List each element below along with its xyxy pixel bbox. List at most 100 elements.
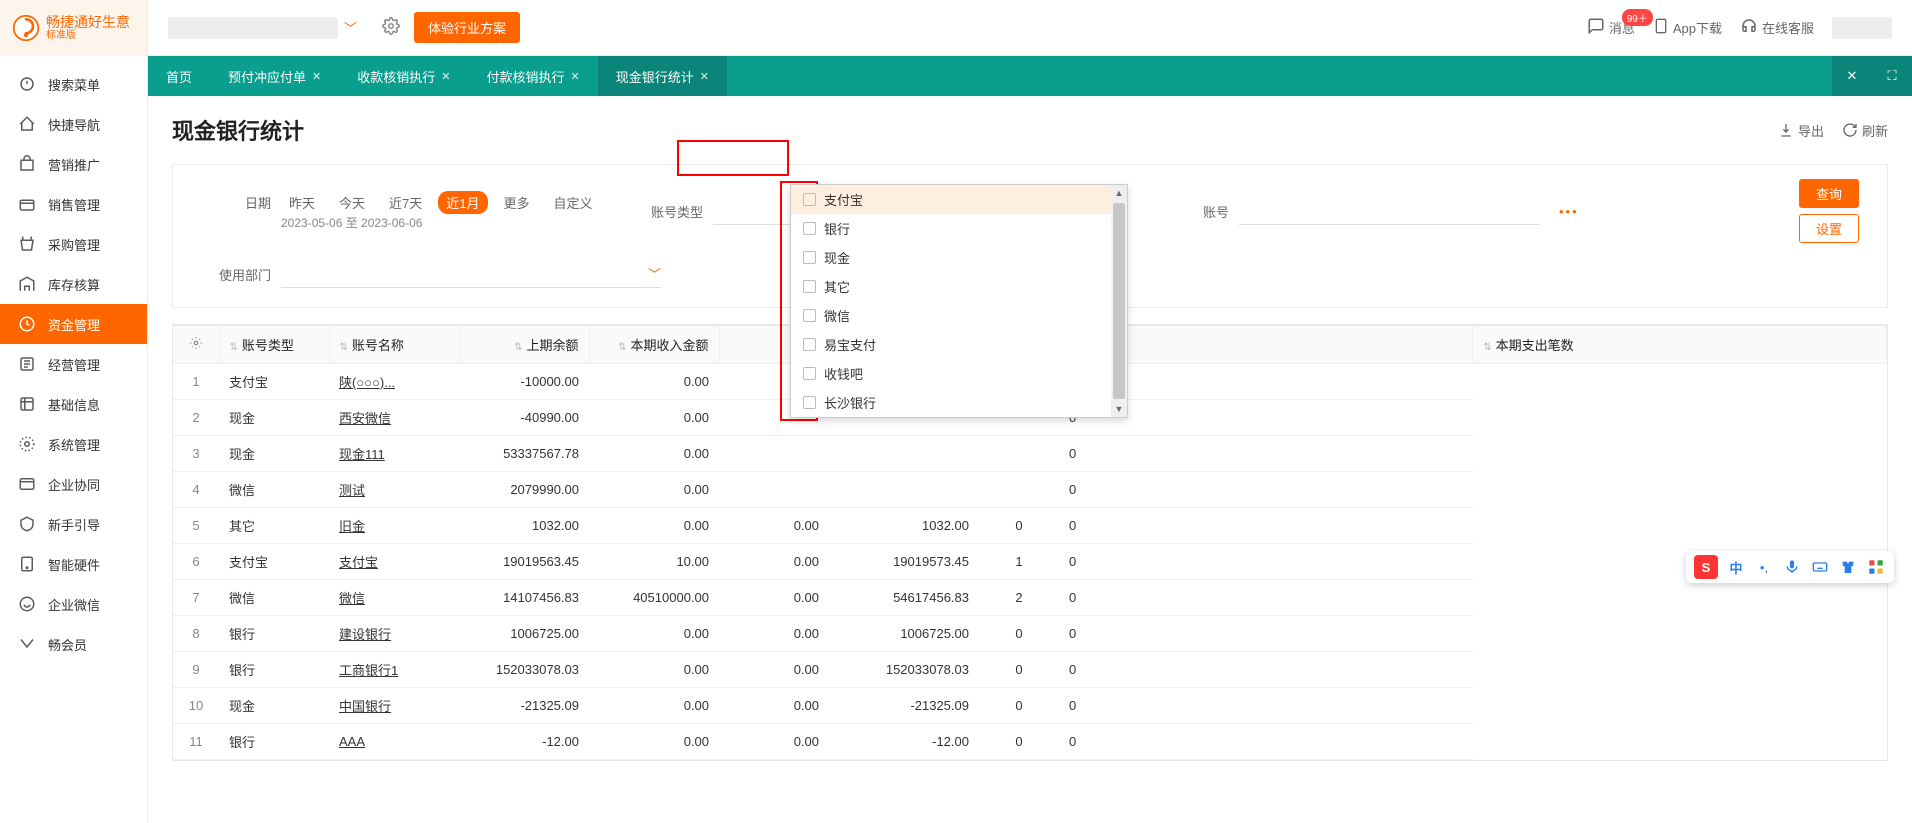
query-button[interactable]: 查询: [1799, 179, 1859, 208]
date-option-3[interactable]: 近1月: [438, 191, 487, 214]
sidebar-item-2[interactable]: 营销推广: [0, 144, 147, 184]
dropdown-option-3[interactable]: 其它: [791, 272, 1111, 301]
cell-name[interactable]: 微信: [329, 580, 459, 616]
close-icon[interactable]: ✕: [441, 70, 450, 83]
scrollbar-thumb[interactable]: [1113, 203, 1125, 399]
ime-toolbox-icon[interactable]: [1866, 557, 1886, 577]
table-row[interactable]: 3现金现金11153337567.780.000: [173, 436, 1887, 472]
dropdown-option-7[interactable]: 长沙银行: [791, 388, 1111, 417]
close-icon[interactable]: ✕: [312, 70, 321, 83]
tabs-expand-button[interactable]: ⛶: [1872, 56, 1912, 96]
date-options: 昨天今天近7天近1月更多自定义: [281, 191, 601, 214]
more-filters-button[interactable]: •••: [1559, 204, 1579, 219]
ime-skin-icon[interactable]: [1838, 557, 1858, 577]
cell-name[interactable]: 工商银行1: [329, 652, 459, 688]
cell-name[interactable]: 建设银行: [329, 616, 459, 652]
ime-keyboard-icon[interactable]: [1810, 557, 1830, 577]
header-app-download[interactable]: App下载: [1653, 17, 1722, 38]
table-row[interactable]: 6支付宝支付宝19019563.4510.000.0019019573.4510: [173, 544, 1887, 580]
scroll-down-icon[interactable]: ▼: [1111, 401, 1127, 417]
ime-lang-indicator[interactable]: 中: [1726, 557, 1746, 577]
tabs-close-button[interactable]: ✕: [1832, 56, 1872, 96]
dropdown-scrollbar[interactable]: ▲ ▼: [1111, 185, 1127, 417]
close-icon[interactable]: ✕: [571, 70, 580, 83]
sidebar-item-8[interactable]: 基础信息: [0, 384, 147, 424]
refresh-button[interactable]: 刷新: [1842, 121, 1888, 140]
cell-name[interactable]: 支付宝: [329, 544, 459, 580]
dropdown-option-4[interactable]: 微信: [791, 301, 1111, 330]
sidebar-item-5[interactable]: 库存核算: [0, 264, 147, 304]
dropdown-option-0[interactable]: 支付宝: [791, 185, 1111, 214]
column-header-1[interactable]: ⇅账号名称: [329, 326, 459, 364]
column-header-8[interactable]: ⇅本期支出笔数: [1473, 326, 1887, 364]
table-row[interactable]: 5其它旧金1032.000.000.001032.0000: [173, 508, 1887, 544]
sidebar-item-1[interactable]: 快捷导航: [0, 104, 147, 144]
tab-3[interactable]: 付款核销执行✕: [468, 56, 597, 96]
cell-name[interactable]: 现金111: [329, 436, 459, 472]
ime-punct-icon[interactable]: •,: [1754, 557, 1774, 577]
sidebar-item-4[interactable]: 采购管理: [0, 224, 147, 264]
scroll-up-icon[interactable]: ▲: [1111, 185, 1127, 201]
dropdown-option-5[interactable]: 易宝支付: [791, 330, 1111, 359]
dropdown-option-2[interactable]: 现金: [791, 243, 1111, 272]
dropdown-option-1[interactable]: 银行: [791, 214, 1111, 243]
tab-4[interactable]: 现金银行统计✕: [598, 56, 727, 96]
sidebar-item-3[interactable]: 销售管理: [0, 184, 147, 224]
account-number-input[interactable]: [1239, 197, 1539, 225]
date-option-2[interactable]: 近7天: [381, 191, 430, 214]
checkbox-icon[interactable]: [803, 396, 816, 409]
table-row[interactable]: 4微信测试2079990.000.000: [173, 472, 1887, 508]
date-option-4[interactable]: 更多: [496, 191, 538, 214]
tab-0[interactable]: 首页: [148, 56, 210, 96]
cell-name[interactable]: AAA: [329, 724, 459, 760]
sidebar-item-11[interactable]: 新手引导: [0, 504, 147, 544]
sidebar-item-0[interactable]: 搜索菜单: [0, 64, 147, 104]
cell-name[interactable]: 西安微信: [329, 400, 459, 436]
export-button[interactable]: 导出: [1778, 121, 1824, 140]
date-option-5[interactable]: 自定义: [546, 191, 601, 214]
table-row[interactable]: 10现金中国银行-21325.090.000.00-21325.0900: [173, 688, 1887, 724]
table-row[interactable]: 7微信微信14107456.8340510000.000.0054617456.…: [173, 580, 1887, 616]
checkbox-icon[interactable]: [803, 193, 816, 206]
cell-name[interactable]: 测试: [329, 472, 459, 508]
checkbox-icon[interactable]: [803, 309, 816, 322]
checkbox-icon[interactable]: [803, 367, 816, 380]
industry-cta-button[interactable]: 体验行业方案: [414, 12, 520, 43]
sidebar-item-7[interactable]: 经营管理: [0, 344, 147, 384]
checkbox-icon[interactable]: [803, 222, 816, 235]
table-row[interactable]: 11银行AAA-12.000.000.00-12.0000: [173, 724, 1887, 760]
table-row[interactable]: 8银行建设银行1006725.000.000.001006725.0000: [173, 616, 1887, 652]
date-option-1[interactable]: 今天: [331, 191, 373, 214]
org-selector[interactable]: ﹀: [168, 17, 368, 39]
checkbox-icon[interactable]: [803, 338, 816, 351]
column-header-3[interactable]: ⇅本期收入金额: [589, 326, 719, 364]
sidebar-item-10[interactable]: 企业协同: [0, 464, 147, 504]
cell-name[interactable]: 中国银行: [329, 688, 459, 724]
checkbox-icon[interactable]: [803, 280, 816, 293]
sidebar-item-9[interactable]: 系统管理: [0, 424, 147, 464]
header-service[interactable]: 在线客服: [1740, 17, 1814, 38]
cell-name[interactable]: 旧金: [329, 508, 459, 544]
gear-icon[interactable]: [382, 17, 400, 38]
tab-1[interactable]: 预付冲应付单✕: [210, 56, 339, 96]
table-settings-header[interactable]: [173, 326, 219, 364]
date-option-0[interactable]: 昨天: [281, 191, 323, 214]
tab-2[interactable]: 收款核销执行✕: [339, 56, 468, 96]
dropdown-option-6[interactable]: 收钱吧: [791, 359, 1111, 388]
cell-name[interactable]: 陕(○○○)...: [329, 364, 459, 400]
checkbox-icon[interactable]: [803, 251, 816, 264]
filter-settings-button[interactable]: 设置: [1799, 214, 1859, 243]
ime-voice-icon[interactable]: [1782, 557, 1802, 577]
column-header-2[interactable]: ⇅上期余额: [459, 326, 589, 364]
ime-toolbar[interactable]: S 中 •,: [1686, 551, 1894, 583]
sidebar-item-12[interactable]: 智能硬件: [0, 544, 147, 584]
dept-select[interactable]: ﹀: [281, 260, 661, 288]
sidebar-item-14[interactable]: 畅会员: [0, 624, 147, 664]
close-icon[interactable]: ✕: [700, 70, 709, 83]
table-row[interactable]: 9银行工商银行1152033078.030.000.00152033078.03…: [173, 652, 1887, 688]
sidebar-item-6[interactable]: 资金管理: [0, 304, 147, 344]
header-user[interactable]: [1832, 17, 1892, 39]
header-messages[interactable]: 消息 99＋: [1587, 17, 1635, 38]
sidebar-item-13[interactable]: 企业微信: [0, 584, 147, 624]
column-header-0[interactable]: ⇅账号类型: [219, 326, 329, 364]
